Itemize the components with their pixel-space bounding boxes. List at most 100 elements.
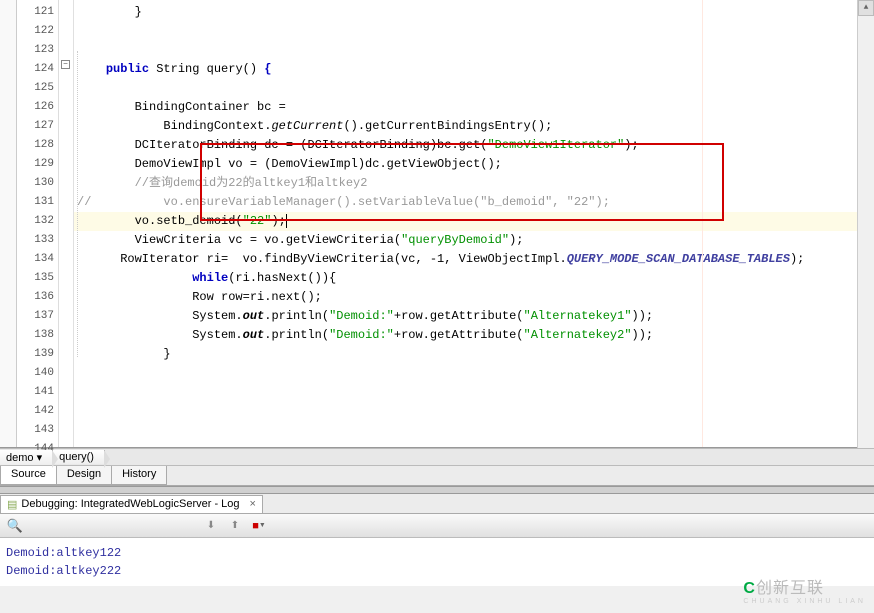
scroll-up-button[interactable]: ⬆	[224, 516, 246, 536]
line-number: 124	[17, 60, 54, 79]
close-icon[interactable]: ×	[244, 498, 256, 510]
log-panel: ▤ Debugging: IntegratedWebLogicServer - …	[0, 494, 874, 586]
line-number: 142	[17, 402, 54, 421]
code-text: .println(	[264, 309, 329, 323]
vertical-scrollbar[interactable]: ▲	[857, 0, 874, 448]
code-text: (ri.hasNext()){	[228, 271, 336, 285]
line-number: 132	[17, 212, 54, 231]
line-number: 125	[17, 79, 54, 98]
fold-toggle-icon[interactable]: −	[61, 60, 70, 69]
stop-button[interactable]: ■▼	[248, 516, 270, 536]
code-line: BindingContext.getCurrent().getCurrentBi…	[74, 117, 874, 136]
code-line	[74, 79, 874, 98]
line-number: 128	[17, 136, 54, 155]
code-line: System.out.println("Demoid:"+row.getAttr…	[74, 307, 874, 326]
watermark-subtext: CHUANG XINHU LIAN	[743, 598, 866, 605]
line-number: 130	[17, 174, 54, 193]
string-literal: "Alternatekey2"	[524, 328, 632, 342]
code-text-area[interactable]: } public String query() { BindingContain…	[74, 0, 874, 447]
code-text: );	[271, 214, 285, 228]
editor-view-tabs: Source Design History	[0, 466, 874, 486]
code-text: );	[624, 138, 638, 152]
log-line: Demoid:altkey222	[6, 562, 868, 580]
line-number: 133	[17, 231, 54, 250]
marker-gutter	[0, 0, 17, 447]
scroll-down-button[interactable]: ⬇	[200, 516, 222, 536]
line-number: 139	[17, 345, 54, 364]
code-line-comment: // vo.ensureVariableManager().setVariabl…	[74, 193, 874, 212]
keyword: public	[106, 62, 149, 76]
keyword: while	[192, 271, 228, 285]
code-text: DCIteratorBinding dc = (DCIteratorBindin…	[77, 138, 487, 152]
arrow-down-icon: ⬇	[207, 520, 215, 531]
line-number: 137	[17, 307, 54, 326]
method-call: getCurrent	[271, 119, 343, 133]
constant: QUERY_MODE_SCAN_DATABASE_TABLES	[567, 252, 790, 266]
field: out	[243, 309, 265, 323]
comment-marker: //	[77, 195, 91, 209]
code-text: System.	[77, 309, 243, 323]
string-literal: "Demoid:"	[329, 328, 394, 342]
string-literal: "Alternatekey1"	[524, 309, 632, 323]
line-number: 134	[17, 250, 54, 269]
breadcrumb-class[interactable]: demo ▾	[0, 450, 53, 465]
line-number: 127	[17, 117, 54, 136]
code-text: .println(	[264, 328, 329, 342]
watermark: C创新互联 CHUANG XINHU LIAN	[743, 574, 866, 605]
code-text: String query()	[149, 62, 264, 76]
code-line: DemoViewImpl vo = (DemoViewImpl)dc.getVi…	[74, 155, 874, 174]
code-text: RowIterator ri= vo.findByViewCriteria(vc…	[77, 252, 567, 266]
text-cursor	[286, 214, 287, 228]
stop-icon: ■	[252, 520, 259, 532]
code-text: ViewCriteria vc = vo.getViewCriteria(	[77, 233, 401, 247]
code-line	[74, 22, 874, 41]
tab-design[interactable]: Design	[56, 466, 112, 485]
code-line	[74, 41, 874, 60]
log-tab-bar: ▤ Debugging: IntegratedWebLogicServer - …	[0, 494, 874, 514]
line-number: 141	[17, 383, 54, 402]
panel-splitter[interactable]	[0, 486, 874, 494]
line-number: 135	[17, 269, 54, 288]
print-margin	[702, 0, 703, 447]
code-line: }	[74, 345, 874, 364]
breadcrumb-method[interactable]: query()	[53, 450, 105, 464]
code-text: +row.getAttribute(	[394, 328, 524, 342]
tab-history[interactable]: History	[111, 466, 167, 485]
find-button[interactable]: 🔍	[4, 516, 26, 536]
string-literal: "Demoid:"	[329, 309, 394, 323]
code-line: while(ri.hasNext()){	[74, 269, 874, 288]
code-line: System.out.println("Demoid:"+row.getAttr…	[74, 326, 874, 345]
line-number: 136	[17, 288, 54, 307]
line-number: 123	[17, 41, 54, 60]
field: out	[243, 328, 265, 342]
line-number: 121	[17, 3, 54, 22]
log-line: Demoid:altkey122	[6, 544, 868, 562]
arrow-up-icon: ⬆	[231, 520, 239, 531]
code-line: BindingContainer bc =	[74, 98, 874, 117]
code-line: }	[74, 3, 874, 22]
line-number: 143	[17, 421, 54, 440]
code-editor: 121 122 123 124 125 126 127 128 129 130 …	[0, 0, 874, 448]
line-number: 140	[17, 364, 54, 383]
code-line: Row row=ri.next();	[74, 288, 874, 307]
log-tab[interactable]: ▤ Debugging: IntegratedWebLogicServer - …	[0, 495, 263, 513]
line-number: 129	[17, 155, 54, 174]
dropdown-arrow-icon: ▼	[259, 522, 266, 529]
fold-gutter: −	[59, 0, 74, 447]
string-literal: "22"	[243, 214, 272, 228]
line-number: 131	[17, 193, 54, 212]
code-text: +row.getAttribute(	[394, 309, 524, 323]
code-text: ));	[632, 309, 654, 323]
line-number-gutter: 121 122 123 124 125 126 127 128 129 130 …	[17, 0, 59, 447]
line-number: 138	[17, 326, 54, 345]
scroll-up-arrow-icon[interactable]: ▲	[858, 0, 874, 16]
code-line: DCIteratorBinding dc = (DCIteratorBindin…	[74, 136, 874, 155]
code-line: ViewCriteria vc = vo.getViewCriteria("qu…	[74, 231, 874, 250]
code-line: public String query() {	[74, 60, 874, 79]
binoculars-icon: 🔍	[7, 518, 23, 534]
code-text: BindingContext.	[77, 119, 271, 133]
log-toolbar: 🔍 ⬇ ⬆ ■▼	[0, 514, 874, 538]
line-number: 122	[17, 22, 54, 41]
code-text: );	[509, 233, 523, 247]
tab-source[interactable]: Source	[0, 466, 57, 485]
